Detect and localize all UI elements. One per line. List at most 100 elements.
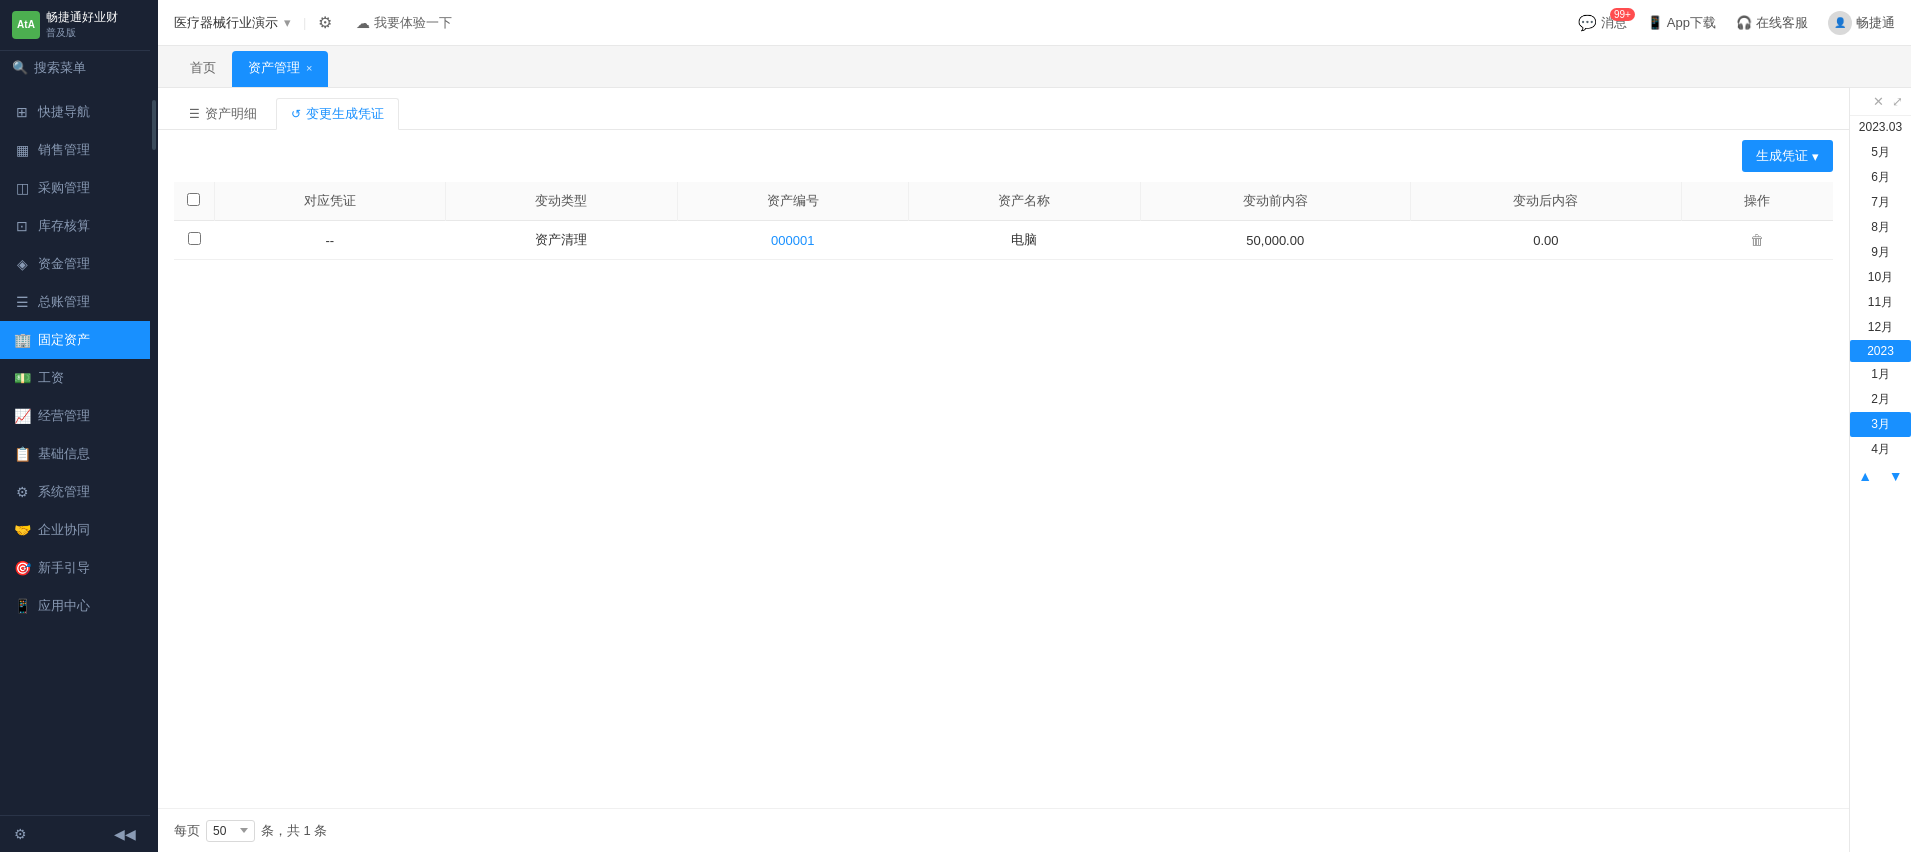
topbar-divider: | bbox=[303, 15, 306, 30]
tab-home[interactable]: 首页 bbox=[174, 51, 232, 87]
th-change-type: 变动类型 bbox=[446, 182, 678, 221]
sidebar-item-sales[interactable]: ▦ 销售管理 bbox=[0, 131, 150, 169]
logo-sub: 普及版 bbox=[46, 26, 118, 40]
app-center-icon: 📱 bbox=[14, 598, 30, 614]
expand-panel-btn[interactable]: ⤢ bbox=[1890, 92, 1905, 111]
sidebar-item-fixed-assets[interactable]: 🏢 固定资产 bbox=[0, 321, 150, 359]
sidebar-item-basic-info[interactable]: 📋 基础信息 bbox=[0, 435, 150, 473]
cooperation-icon: 🤝 bbox=[14, 522, 30, 538]
app-download-label: App下载 bbox=[1667, 14, 1716, 32]
month-list: 5月 6月 7月 8月 9月 10月 11月 12月 2023 1月 2月 3月… bbox=[1850, 138, 1911, 852]
sidebar-item-guide[interactable]: 🎯 新手引导 bbox=[0, 549, 150, 587]
sidebar-item-payroll[interactable]: 💵 工资 bbox=[0, 359, 150, 397]
delete-btn[interactable]: 🗑 bbox=[1750, 232, 1764, 248]
system-icon: ⚙ bbox=[14, 484, 30, 500]
total-text: 条，共 1 条 bbox=[261, 822, 327, 840]
sidebar-scroll-thumb bbox=[152, 100, 156, 150]
tab-asset-management[interactable]: 资产管理 × bbox=[232, 51, 328, 87]
row-asset-code: 000001 bbox=[677, 221, 909, 260]
month-item-2023-1[interactable]: 1月 bbox=[1850, 362, 1911, 387]
experience-btn[interactable]: ☁ 我要体验一下 bbox=[356, 14, 452, 32]
row-asset-name: 电脑 bbox=[909, 221, 1141, 260]
month-item-10[interactable]: 10月 bbox=[1850, 265, 1911, 290]
month-item-2023-4[interactable]: 4月 bbox=[1850, 437, 1911, 462]
row-checkbox bbox=[174, 221, 214, 260]
user-name: 畅捷通 bbox=[1856, 14, 1895, 32]
search-label: 搜索菜单 bbox=[34, 59, 86, 77]
sub-tab-change-voucher[interactable]: ↺ 变更生成凭证 bbox=[276, 98, 399, 130]
rp-controls: ✕ ⤢ bbox=[1850, 88, 1911, 116]
sidebar-item-ledger[interactable]: ☰ 总账管理 bbox=[0, 283, 150, 321]
ledger-icon: ☰ bbox=[14, 294, 30, 310]
inner-content: ☰ 资产明细 ↺ 变更生成凭证 生成凭证 ▾ bbox=[158, 88, 1849, 852]
sidebar-item-management[interactable]: 📈 经营管理 bbox=[0, 397, 150, 435]
sidebar-scrollbar[interactable] bbox=[150, 0, 158, 852]
dropdown-arrow-icon: ▾ bbox=[1812, 149, 1819, 164]
collapse-icon[interactable]: ◀◀ bbox=[114, 826, 136, 842]
month-item-9[interactable]: 9月 bbox=[1850, 240, 1911, 265]
month-item-5[interactable]: 5月 bbox=[1850, 140, 1911, 165]
month-prev-btn[interactable]: ▲ bbox=[1855, 466, 1875, 486]
month-item-8[interactable]: 8月 bbox=[1850, 215, 1911, 240]
sidebar-item-finance[interactable]: ◈ 资金管理 bbox=[0, 245, 150, 283]
sidebar-item-label: 应用中心 bbox=[38, 597, 90, 615]
sidebar-item-cooperation[interactable]: 🤝 企业协同 bbox=[0, 511, 150, 549]
sidebar-item-system[interactable]: ⚙ 系统管理 bbox=[0, 473, 150, 511]
settings-icon[interactable]: ⚙ bbox=[14, 826, 27, 842]
table-row: -- 资产清理 000001 电脑 bbox=[174, 221, 1833, 260]
app-download-btn[interactable]: 📱 App下载 bbox=[1647, 14, 1716, 32]
month-item-11[interactable]: 11月 bbox=[1850, 290, 1911, 315]
customer-service-btn[interactable]: 🎧 在线客服 bbox=[1736, 14, 1808, 32]
inventory-icon: ⊡ bbox=[14, 218, 30, 234]
row-voucher: -- bbox=[214, 221, 446, 260]
sidebar-item-app-center[interactable]: 📱 应用中心 bbox=[0, 587, 150, 625]
customer-service-label: 在线客服 bbox=[1756, 14, 1808, 32]
th-before-change: 变动前内容 bbox=[1140, 182, 1411, 221]
sidebar-item-label: 基础信息 bbox=[38, 445, 90, 463]
table-wrap: 对应凭证 变动类型 资产编号 资产名称 bbox=[158, 182, 1849, 808]
sidebar-item-purchase[interactable]: ◫ 采购管理 bbox=[0, 169, 150, 207]
table-header-row: 对应凭证 变动类型 资产编号 资产名称 bbox=[174, 182, 1833, 221]
dropdown-icon[interactable]: ▾ bbox=[284, 15, 291, 30]
month-nav: ▲ ▼ bbox=[1850, 462, 1911, 490]
toolbar: 生成凭证 ▾ bbox=[158, 130, 1849, 182]
th-action: 操作 bbox=[1681, 182, 1833, 221]
close-panel-btn[interactable]: ✕ bbox=[1871, 92, 1886, 111]
sidebar-footer: ⚙ ◀◀ bbox=[0, 815, 150, 852]
user-profile[interactable]: 👤 畅捷通 bbox=[1828, 11, 1895, 35]
notifications-btn[interactable]: 💬 消息 99+ bbox=[1578, 14, 1627, 32]
month-item-7[interactable]: 7月 bbox=[1850, 190, 1911, 215]
month-item-2023-2[interactable]: 2月 bbox=[1850, 387, 1911, 412]
month-next-btn[interactable]: ▼ bbox=[1886, 466, 1906, 486]
year-2023-label[interactable]: 2023 bbox=[1850, 340, 1911, 362]
fixed-assets-icon: 🏢 bbox=[14, 332, 30, 348]
panel-year-label: 2023.03 bbox=[1850, 116, 1911, 138]
asset-code-link[interactable]: 000001 bbox=[771, 233, 814, 248]
quick-nav-icon: ⊞ bbox=[14, 104, 30, 120]
th-asset-name: 资产名称 bbox=[909, 182, 1141, 221]
month-item-12[interactable]: 12月 bbox=[1850, 315, 1911, 340]
th-checkbox bbox=[174, 182, 214, 221]
sidebar-item-label: 系统管理 bbox=[38, 483, 90, 501]
tab-close-btn[interactable]: × bbox=[306, 62, 312, 74]
row-select-checkbox[interactable] bbox=[188, 232, 201, 245]
sidebar-item-quick-nav[interactable]: ⊞ 快捷导航 bbox=[0, 93, 150, 131]
sidebar-item-inventory[interactable]: ⊡ 库存核算 bbox=[0, 207, 150, 245]
select-all-checkbox[interactable] bbox=[187, 193, 200, 206]
settings-btn[interactable]: ⚙ bbox=[318, 13, 332, 32]
month-item-6[interactable]: 6月 bbox=[1850, 165, 1911, 190]
generate-voucher-btn[interactable]: 生成凭证 ▾ bbox=[1742, 140, 1833, 172]
search-menu[interactable]: 🔍 搜索菜单 bbox=[0, 51, 150, 85]
sidebar-item-label: 固定资产 bbox=[38, 331, 90, 349]
per-page-select[interactable]: 50 10 20 100 bbox=[206, 820, 255, 842]
guide-icon: 🎯 bbox=[14, 560, 30, 576]
sub-tab-asset-detail[interactable]: ☰ 资产明细 bbox=[174, 98, 272, 130]
content-area: ☰ 资产明细 ↺ 变更生成凭证 生成凭证 ▾ bbox=[158, 88, 1911, 852]
month-item-2023-3[interactable]: 3月 bbox=[1850, 412, 1911, 437]
sub-tabs: ☰ 资产明细 ↺ 变更生成凭证 bbox=[158, 88, 1849, 130]
logo-icon: AtA bbox=[12, 11, 40, 39]
row-before-change: 50,000.00 bbox=[1140, 221, 1411, 260]
th-voucher: 对应凭证 bbox=[214, 182, 446, 221]
phone-icon: 📱 bbox=[1647, 15, 1663, 30]
company-name: 医疗器械行业演示 bbox=[174, 14, 278, 32]
